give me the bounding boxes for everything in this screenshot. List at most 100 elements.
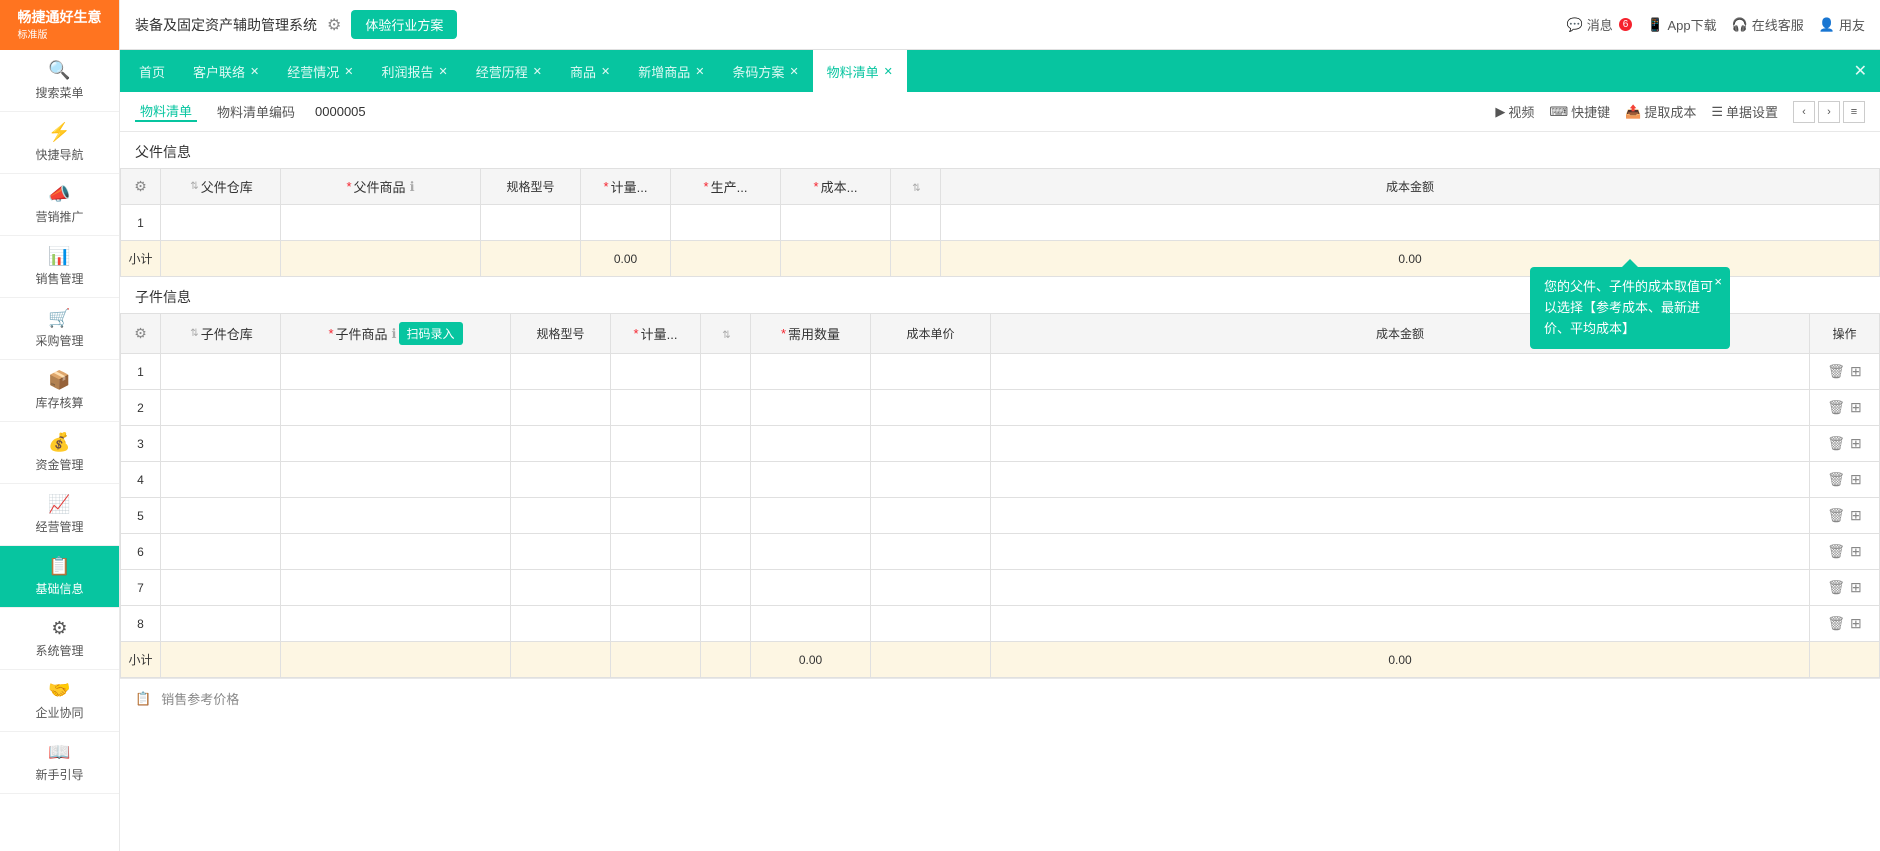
child-row2-warehouse[interactable]	[161, 390, 281, 426]
child-row6-warehouse[interactable]	[161, 534, 281, 570]
sidebar-item-0[interactable]: 🔍搜索菜单	[0, 50, 119, 112]
nav-tab-close-1[interactable]: ✕	[250, 65, 259, 78]
menu-btn[interactable]: ≡	[1843, 101, 1865, 123]
child-row3-delete-icon[interactable]: 🗑	[1827, 435, 1845, 452]
nav-tab-1[interactable]: 客户联络✕	[179, 50, 273, 92]
child-row8-spec[interactable]	[511, 606, 611, 642]
child-row4-unit[interactable]	[611, 462, 701, 498]
child-row6-copy-icon[interactable]: ⊞	[1850, 543, 1862, 560]
gear-icon[interactable]: ⚙	[327, 15, 341, 35]
child-row3-unit[interactable]	[611, 426, 701, 462]
sub-tab-code[interactable]: 物料清单编码	[212, 102, 300, 121]
experience-btn[interactable]: 体验行业方案	[351, 10, 457, 39]
child-row7-unit-cost[interactable]	[871, 570, 991, 606]
nav-tab-8[interactable]: 物料清单✕	[813, 50, 907, 92]
child-row8-copy-icon[interactable]: ⊞	[1850, 615, 1862, 632]
sidebar-item-6[interactable]: 💰资金管理	[0, 422, 119, 484]
child-row2-copy-icon[interactable]: ⊞	[1850, 399, 1862, 416]
tooltip-close[interactable]: ×	[1714, 272, 1722, 293]
close-all-tabs[interactable]: ✕	[1846, 61, 1875, 81]
sidebar-item-10[interactable]: 🤝企业协同	[0, 670, 119, 732]
child-row2-product[interactable]	[281, 390, 511, 426]
child-row6-delete-icon[interactable]: 🗑	[1827, 543, 1845, 560]
view-action[interactable]: ▶ 视频	[1495, 102, 1534, 121]
shortcut-action[interactable]: ⌨ 快捷键	[1549, 102, 1610, 121]
user-item[interactable]: 👤 用友	[1819, 15, 1865, 34]
child-row8-warehouse[interactable]	[161, 606, 281, 642]
child-row3-qty[interactable]	[751, 426, 871, 462]
child-row1-product[interactable]	[281, 354, 511, 390]
child-row7-product[interactable]	[281, 570, 511, 606]
child-row3-warehouse[interactable]	[161, 426, 281, 462]
child-row4-qty[interactable]	[751, 462, 871, 498]
child-row2-unit[interactable]	[611, 390, 701, 426]
nav-tab-close-6[interactable]: ✕	[695, 65, 704, 78]
child-row5-warehouse[interactable]	[161, 498, 281, 534]
child-row7-warehouse[interactable]	[161, 570, 281, 606]
child-row6-spec[interactable]	[511, 534, 611, 570]
child-row4-copy-icon[interactable]: ⊞	[1850, 471, 1862, 488]
child-row7-qty[interactable]	[751, 570, 871, 606]
child-row1-spec[interactable]	[511, 354, 611, 390]
child-row2-qty[interactable]	[751, 390, 871, 426]
child-row4-warehouse[interactable]	[161, 462, 281, 498]
child-row4-spec[interactable]	[511, 462, 611, 498]
extract-cost-action[interactable]: 📤 提取成本	[1625, 102, 1696, 121]
sidebar-item-4[interactable]: 🛒采购管理	[0, 298, 119, 360]
nav-tab-close-7[interactable]: ✕	[789, 65, 798, 78]
nav-tab-4[interactable]: 经营历程✕	[462, 50, 556, 92]
nav-tab-5[interactable]: 商品✕	[556, 50, 624, 92]
child-row8-unit-cost[interactable]	[871, 606, 991, 642]
sidebar-item-7[interactable]: 📈经营管理	[0, 484, 119, 546]
child-row4-unit-cost[interactable]	[871, 462, 991, 498]
child-row5-unit[interactable]	[611, 498, 701, 534]
parent-row1-spec[interactable]	[481, 205, 581, 241]
child-row7-copy-icon[interactable]: ⊞	[1850, 579, 1862, 596]
nav-tab-2[interactable]: 经营情况✕	[273, 50, 367, 92]
parent-settings-icon[interactable]: ⚙	[134, 178, 147, 194]
parent-row1-unit[interactable]	[581, 205, 671, 241]
child-row6-unit[interactable]	[611, 534, 701, 570]
child-row3-spec[interactable]	[511, 426, 611, 462]
parent-row1-production[interactable]	[671, 205, 781, 241]
child-row1-unit-cost[interactable]	[871, 354, 991, 390]
child-row2-spec[interactable]	[511, 390, 611, 426]
child-row3-copy-icon[interactable]: ⊞	[1850, 435, 1862, 452]
next-btn[interactable]: ›	[1818, 101, 1840, 123]
child-row7-delete-icon[interactable]: 🗑	[1827, 579, 1845, 596]
child-row3-unit-cost[interactable]	[871, 426, 991, 462]
child-row4-product[interactable]	[281, 462, 511, 498]
child-row6-qty[interactable]	[751, 534, 871, 570]
nav-tab-close-2[interactable]: ✕	[344, 65, 353, 78]
nav-tab-close-5[interactable]: ✕	[601, 65, 610, 78]
sidebar-item-3[interactable]: 📊销售管理	[0, 236, 119, 298]
child-row1-delete-icon[interactable]: 🗑	[1827, 363, 1845, 380]
child-row2-unit-cost[interactable]	[871, 390, 991, 426]
child-row5-qty[interactable]	[751, 498, 871, 534]
sidebar-item-1[interactable]: ⚡快捷导航	[0, 112, 119, 174]
child-settings-icon[interactable]: ⚙	[134, 325, 147, 341]
child-row7-spec[interactable]	[511, 570, 611, 606]
nav-tab-close-8[interactable]: ✕	[884, 65, 893, 78]
message-item[interactable]: 💬 消息 6	[1567, 15, 1633, 34]
parent-row1-cost[interactable]	[781, 205, 891, 241]
online-service-item[interactable]: 🎧 在线客服	[1732, 15, 1804, 34]
nav-tab-3[interactable]: 利润报告✕	[367, 50, 461, 92]
child-row8-product[interactable]	[281, 606, 511, 642]
parent-row1-warehouse[interactable]	[161, 205, 281, 241]
child-row5-delete-icon[interactable]: 🗑	[1827, 507, 1845, 524]
child-row5-unit-cost[interactable]	[871, 498, 991, 534]
nav-tab-close-4[interactable]: ✕	[533, 65, 542, 78]
child-row7-unit[interactable]	[611, 570, 701, 606]
sidebar-item-5[interactable]: 📦库存核算	[0, 360, 119, 422]
child-row3-product[interactable]	[281, 426, 511, 462]
child-row8-delete-icon[interactable]: 🗑	[1827, 615, 1845, 632]
child-row1-qty[interactable]	[751, 354, 871, 390]
parent-row1-product[interactable]	[281, 205, 481, 241]
child-row8-unit[interactable]	[611, 606, 701, 642]
child-row8-qty[interactable]	[751, 606, 871, 642]
child-row1-unit[interactable]	[611, 354, 701, 390]
nav-tab-close-3[interactable]: ✕	[439, 65, 448, 78]
nav-tab-6[interactable]: 新增商品✕	[624, 50, 718, 92]
single-settings-action[interactable]: ☰ 单据设置	[1711, 102, 1778, 121]
